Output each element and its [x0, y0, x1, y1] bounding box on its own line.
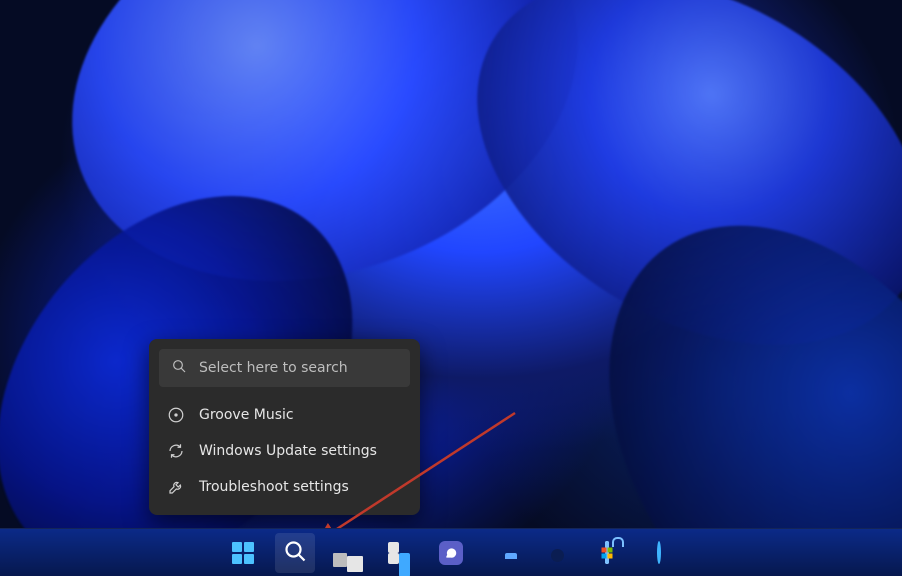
search-result-label: Troubleshoot settings — [199, 479, 349, 495]
refresh-icon — [167, 442, 185, 460]
search-result-groove-music[interactable]: Groove Music — [159, 397, 410, 433]
search-result-label: Windows Update settings — [199, 443, 377, 459]
taskbar — [0, 528, 902, 576]
search-icon — [283, 539, 307, 567]
task-view-button[interactable] — [327, 533, 367, 573]
search-result-troubleshoot[interactable]: Troubleshoot settings — [159, 469, 410, 505]
edge-button[interactable] — [535, 533, 575, 573]
cortana-icon — [657, 543, 661, 562]
start-button[interactable] — [223, 533, 263, 573]
search-input[interactable]: Select here to search — [159, 349, 410, 387]
chat-button[interactable] — [431, 533, 471, 573]
windows-logo-icon — [232, 542, 254, 564]
desktop-wallpaper: Select here to search Groove Music Windo… — [0, 0, 902, 576]
edge-icon — [546, 544, 564, 562]
search-button[interactable] — [275, 533, 315, 573]
search-result-windows-update[interactable]: Windows Update settings — [159, 433, 410, 469]
chat-icon — [439, 541, 463, 565]
search-result-label: Groove Music — [199, 407, 294, 423]
store-icon — [605, 543, 609, 562]
cortana-button[interactable] — [639, 533, 679, 573]
search-popup: Select here to search Groove Music Windo… — [149, 339, 420, 515]
search-placeholder: Select here to search — [199, 360, 348, 376]
file-explorer-button[interactable] — [483, 533, 523, 573]
search-results: Groove Music Windows Update settings Tro… — [159, 397, 410, 505]
wrench-icon — [167, 478, 185, 496]
disc-icon — [167, 406, 185, 424]
search-icon — [171, 358, 187, 378]
store-button[interactable] — [587, 533, 627, 573]
widgets-button[interactable] — [379, 533, 419, 573]
